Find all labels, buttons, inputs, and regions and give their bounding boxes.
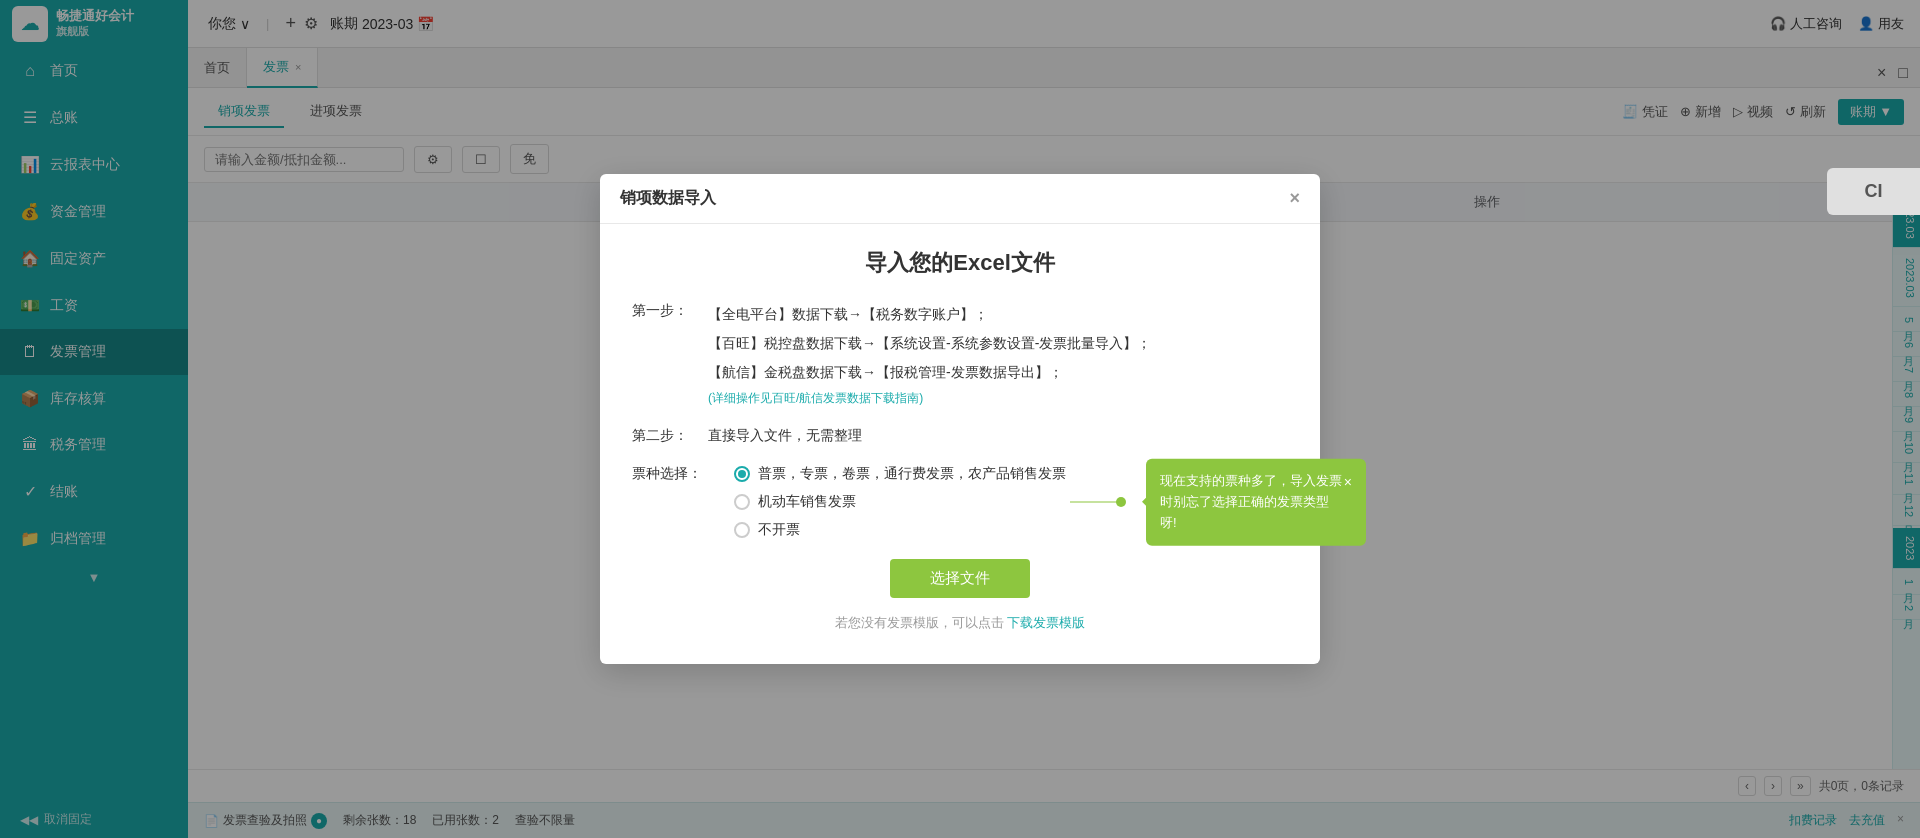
modal-title-body: 导入您的Excel文件 xyxy=(632,248,1288,278)
step1-block: 第一步： 【全电平台】数据下载→【税务数字账户】； 【百旺】税控盘数据下载→【系… xyxy=(632,302,1288,408)
modal-overlay: 销项数据导入 × 导入您的Excel文件 第一步： 【全电平台】数据下载→【税务… xyxy=(0,0,1920,838)
radio-vehicle[interactable]: 机动车销售发票 × 现在支持的票种多了，导入发票时别忘了选择正确的发票类型呀! xyxy=(734,493,1066,511)
radio-general-circle xyxy=(734,466,750,482)
tooltip-close[interactable]: × xyxy=(1344,471,1352,493)
modal-header: 销项数据导入 × xyxy=(600,174,1320,224)
modal-footer-note: 若您没有发票模版，可以点击 下载发票模版 xyxy=(632,614,1288,632)
modal-title-header: 销项数据导入 xyxy=(620,188,716,209)
select-file-button[interactable]: 选择文件 xyxy=(890,559,1030,598)
radio-vehicle-label: 机动车销售发票 xyxy=(758,493,856,511)
radio-no-ticket[interactable]: 不开票 xyxy=(734,521,1066,539)
ticket-type-label: 票种选择： 普票，专票，卷票，通行费发票，农产品销售发票 机动车销售发票 xyxy=(632,465,1288,539)
step1-key: 第一步： xyxy=(632,302,692,408)
step1-label: 第一步： 【全电平台】数据下载→【税务数字账户】； 【百旺】税控盘数据下载→【系… xyxy=(632,302,1288,408)
step1-content: 【全电平台】数据下载→【税务数字账户】； 【百旺】税控盘数据下载→【系统设置-系… xyxy=(708,302,1288,408)
radio-general[interactable]: 普票，专票，卷票，通行费发票，农产品销售发票 xyxy=(734,465,1066,483)
radio-no-ticket-circle xyxy=(734,522,750,538)
step2-text: 直接导入文件，无需整理 xyxy=(708,427,862,445)
tooltip-line xyxy=(1070,502,1120,503)
ci-badge: CI xyxy=(1827,168,1920,215)
tooltip-bubble: × 现在支持的票种多了，导入发票时别忘了选择正确的发票类型呀! xyxy=(1146,459,1366,545)
radio-vehicle-circle xyxy=(734,494,750,510)
step1-guide-link[interactable]: (详细操作见百旺/航信发票数据下载指南) xyxy=(708,391,923,405)
step1-line-3: 【航信】金税盘数据下载→【报税管理-发票数据导出】； xyxy=(708,360,1288,385)
step2-label: 第二步： 直接导入文件，无需整理 xyxy=(632,427,1288,445)
modal-close-button[interactable]: × xyxy=(1289,188,1300,209)
step1-line-2: 【百旺】税控盘数据下载→【系统设置-系统参数设置-发票批量导入】； xyxy=(708,331,1288,356)
radio-no-ticket-label: 不开票 xyxy=(758,521,800,539)
modal-body: 导入您的Excel文件 第一步： 【全电平台】数据下载→【税务数字账户】； 【百… xyxy=(600,224,1320,665)
ticket-type-key: 票种选择： xyxy=(632,465,702,539)
step2-key: 第二步： xyxy=(632,427,692,445)
radio-group: 普票，专票，卷票，通行费发票，农产品销售发票 机动车销售发票 × 现在支持的票种… xyxy=(734,465,1066,539)
tooltip-text: 现在支持的票种多了，导入发票时别忘了选择正确的发票类型呀! xyxy=(1160,473,1342,530)
download-template-link[interactable]: 下载发票模版 xyxy=(1007,615,1085,630)
ticket-type-block: 票种选择： 普票，专票，卷票，通行费发票，农产品销售发票 机动车销售发票 xyxy=(632,465,1288,539)
step2-block: 第二步： 直接导入文件，无需整理 xyxy=(632,427,1288,445)
import-modal: 销项数据导入 × 导入您的Excel文件 第一步： 【全电平台】数据下载→【税务… xyxy=(600,174,1320,665)
step1-line-1: 【全电平台】数据下载→【税务数字账户】； xyxy=(708,302,1288,327)
radio-general-label: 普票，专票，卷票，通行费发票，农产品销售发票 xyxy=(758,465,1066,483)
